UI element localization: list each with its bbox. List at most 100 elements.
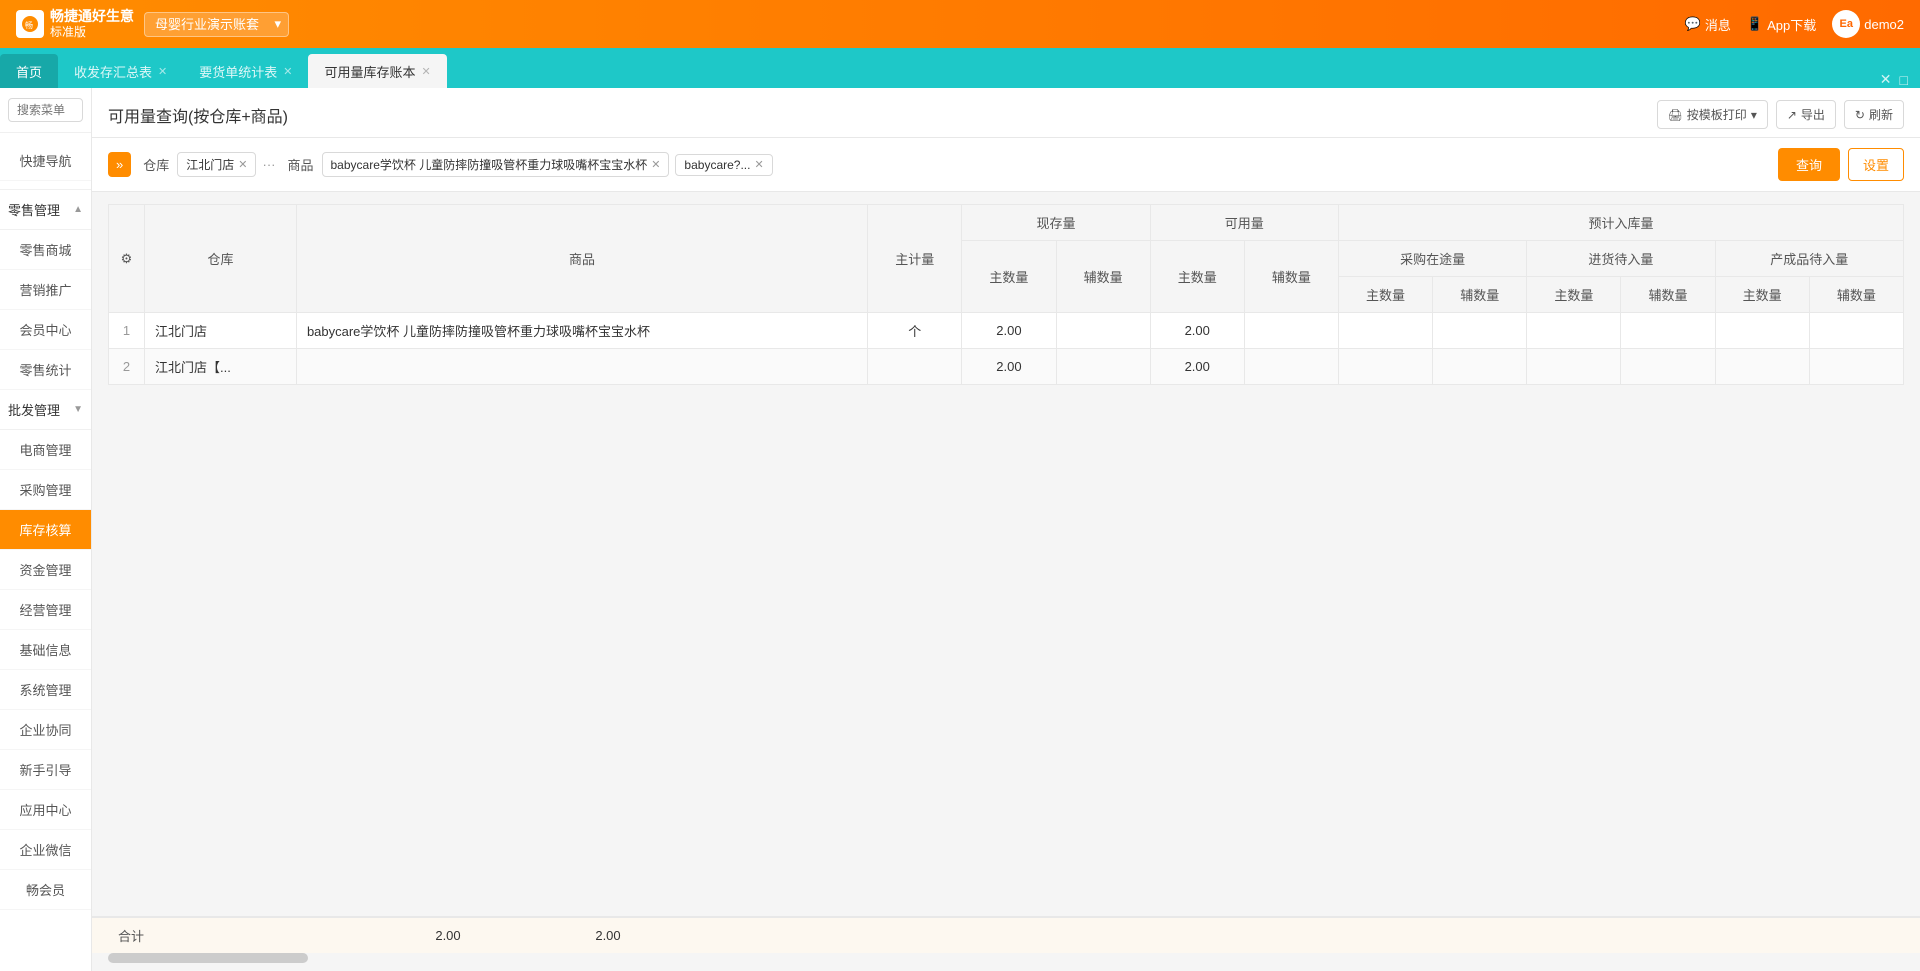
nav-tabs: 首页 收发存汇总表 ✕ 要货单统计表 ✕ 可用量库存账本 ✕ ✕ □ — [0, 48, 1920, 88]
sidebar-item-vip[interactable]: 畅会员 — [0, 870, 91, 910]
settings-btn[interactable]: 设置 — [1848, 148, 1904, 181]
footer-label: 合计 — [108, 926, 168, 945]
app-download-btn[interactable]: 📱 App下载 — [1747, 15, 1816, 34]
sidebar-item-operations[interactable]: 经营管理 — [0, 590, 91, 630]
row-production-aux-1 — [1809, 313, 1903, 349]
refresh-btn[interactable]: ↻ 刷新 — [1844, 100, 1904, 129]
scroll-thumb[interactable] — [108, 953, 308, 963]
sidebar-item-member[interactable]: 会员中心 — [0, 310, 91, 350]
table-header-row-1: ⚙ 仓库 商品 主计量 现存量 可用量 预计入库量 — [109, 205, 1904, 241]
row-incoming-main-2 — [1527, 349, 1621, 385]
page-header: 可用量查询(按仓库+商品) 🖨 按模板打印 ▾ ↗ 导出 ↻ 刷新 — [92, 88, 1920, 138]
remove-product-tag-icon[interactable]: ✕ — [651, 158, 660, 171]
sidebar-item-retail-shop[interactable]: 零售商城 — [0, 230, 91, 270]
warehouse-tag[interactable]: 江北门店 ✕ — [177, 152, 256, 177]
sidebar-item-app-center[interactable]: 应用中心 — [0, 790, 91, 830]
row-unit-1: 个 — [868, 313, 962, 349]
sidebar-item-retail-stats[interactable]: 零售统计 — [0, 350, 91, 390]
filter-product-group: 商品 babycare学饮杯 儿童防摔防撞吸管杯重力球吸嘴杯宝宝水杯 ✕ bab… — [287, 152, 772, 177]
row-incoming-aux-2 — [1621, 349, 1715, 385]
product-tag-2[interactable]: babycare?... ✕ — [675, 154, 772, 176]
row-avail-main-1: 2.00 — [1150, 313, 1244, 349]
industry-selector[interactable]: 母婴行业演示账套 — [144, 12, 289, 37]
product-tag-1[interactable]: babycare学饮杯 儿童防摔防撞吸管杯重力球吸嘴杯宝宝水杯 ✕ — [322, 152, 670, 177]
sidebar-section-retail[interactable]: 零售管理 ▲ — [0, 190, 91, 230]
search-input[interactable] — [8, 98, 83, 122]
close-window-btn[interactable]: ✕ — [1880, 71, 1892, 88]
filter-expand-btn[interactable]: » — [108, 152, 131, 177]
message-btn[interactable]: 💬 消息 — [1685, 15, 1731, 34]
footer-stock-main: 2.00 — [408, 928, 488, 943]
sidebar-item-enterprise-wechat[interactable]: 企业微信 — [0, 830, 91, 870]
col-production-header: 产成品待入量 — [1715, 241, 1903, 277]
logo-icon: 畅 — [16, 10, 44, 38]
row-num-2: 2 — [109, 349, 145, 385]
avatar: Ea — [1832, 10, 1860, 38]
industry-selector-wrap[interactable]: 母婴行业演示账套 — [144, 12, 289, 37]
sidebar-item-enterprise[interactable]: 企业协同 — [0, 710, 91, 750]
row-avail-aux-1 — [1244, 313, 1338, 349]
sidebar-item-finance[interactable]: 资金管理 — [0, 550, 91, 590]
row-warehouse-2: 江北门店【... — [145, 349, 297, 385]
scroll-track[interactable] — [108, 953, 1904, 963]
sidebar-item-ecommerce[interactable]: 电商管理 — [0, 430, 91, 470]
row-avail-aux-2 — [1244, 349, 1338, 385]
tab-receive-send[interactable]: 收发存汇总表 ✕ — [58, 54, 183, 88]
row-product-2 — [296, 349, 867, 385]
chevron-down-icon: ▼ — [73, 404, 83, 415]
tab-order-stats[interactable]: 要货单统计表 ✕ — [183, 54, 308, 88]
query-btn[interactable]: 查询 — [1778, 148, 1840, 181]
row-avail-main-2: 2.00 — [1150, 349, 1244, 385]
col-stock-aux-header: 辅数量 — [1056, 241, 1150, 313]
user-avatar-btn[interactable]: Ea demo2 — [1832, 10, 1904, 38]
sidebar-item-purchase[interactable]: 采购管理 — [0, 470, 91, 510]
tab-home[interactable]: 首页 — [0, 54, 58, 88]
sidebar-item-new-guide[interactable]: 新手引导 — [0, 750, 91, 790]
row-stock-main-2: 2.00 — [962, 349, 1056, 385]
maximize-window-btn[interactable]: □ — [1900, 72, 1908, 88]
sidebar-section-wholesale[interactable]: 批发管理 ▼ — [0, 390, 91, 430]
sidebar-item-system[interactable]: 系统管理 — [0, 670, 91, 710]
col-settings-header[interactable]: ⚙ — [109, 205, 145, 313]
tab-available-stock[interactable]: 可用量库存账本 ✕ — [308, 54, 446, 88]
svg-text:畅: 畅 — [25, 20, 33, 30]
row-incoming-main-1 — [1527, 313, 1621, 349]
row-purchase-main-1 — [1338, 313, 1432, 349]
close-icon[interactable]: ✕ — [283, 65, 292, 78]
filter-warehouse-group: 仓库 江北门店 ✕ ··· — [143, 152, 275, 177]
chevron-up-icon: ▲ — [73, 204, 83, 215]
close-icon[interactable]: ✕ — [422, 65, 431, 78]
page-actions: 🖨 按模板打印 ▾ ↗ 导出 ↻ 刷新 — [1657, 100, 1904, 129]
message-icon: 💬 — [1685, 16, 1701, 32]
footer-avail-main: 2.00 — [568, 928, 648, 943]
sidebar-item-inventory[interactable]: 库存核算 — [0, 510, 91, 550]
col-purchase-main-header: 主数量 — [1338, 277, 1432, 313]
export-icon: ↗ — [1787, 108, 1797, 122]
col-main-unit-header: 主计量 — [868, 205, 962, 313]
logo-area: 畅 畅捷通好生意 标准版 — [16, 7, 134, 41]
row-purchase-aux-2 — [1433, 349, 1527, 385]
remove-tag-icon[interactable]: ✕ — [238, 158, 247, 171]
col-purchase-aux-header: 辅数量 — [1433, 277, 1527, 313]
filter-more-icon[interactable]: ··· — [262, 157, 275, 172]
col-warehouse-header: 仓库 — [145, 205, 297, 313]
col-production-main-header: 主数量 — [1715, 277, 1809, 313]
sidebar-item-quick[interactable]: 快捷导航 — [0, 141, 91, 181]
sidebar-item-basic-info[interactable]: 基础信息 — [0, 630, 91, 670]
row-production-main-1 — [1715, 313, 1809, 349]
print-template-btn[interactable]: 🖨 按模板打印 ▾ — [1657, 100, 1768, 129]
refresh-icon: ↻ — [1855, 108, 1865, 122]
table-footer: 合计 2.00 2.00 — [92, 916, 1920, 953]
col-incoming-header: 进货待入量 — [1527, 241, 1715, 277]
col-available-header: 可用量 — [1150, 205, 1338, 241]
logo-text: 畅捷通好生意 标准版 — [50, 7, 134, 41]
table-row: 2 江北门店【... 2.00 2.00 — [109, 349, 1904, 385]
sidebar: 快捷导航 零售管理 ▲ 零售商城 营销推广 会员中心 零售统计 批发管理 ▼ 电… — [0, 88, 92, 971]
close-icon[interactable]: ✕ — [158, 65, 167, 78]
page-title: 可用量查询(按仓库+商品) — [108, 103, 288, 127]
export-btn[interactable]: ↗ 导出 — [1776, 100, 1836, 129]
row-warehouse-1: 江北门店 — [145, 313, 297, 349]
remove-product-tag2-icon[interactable]: ✕ — [754, 158, 763, 171]
sidebar-item-marketing[interactable]: 营销推广 — [0, 270, 91, 310]
col-avail-aux-header: 辅数量 — [1244, 241, 1338, 313]
